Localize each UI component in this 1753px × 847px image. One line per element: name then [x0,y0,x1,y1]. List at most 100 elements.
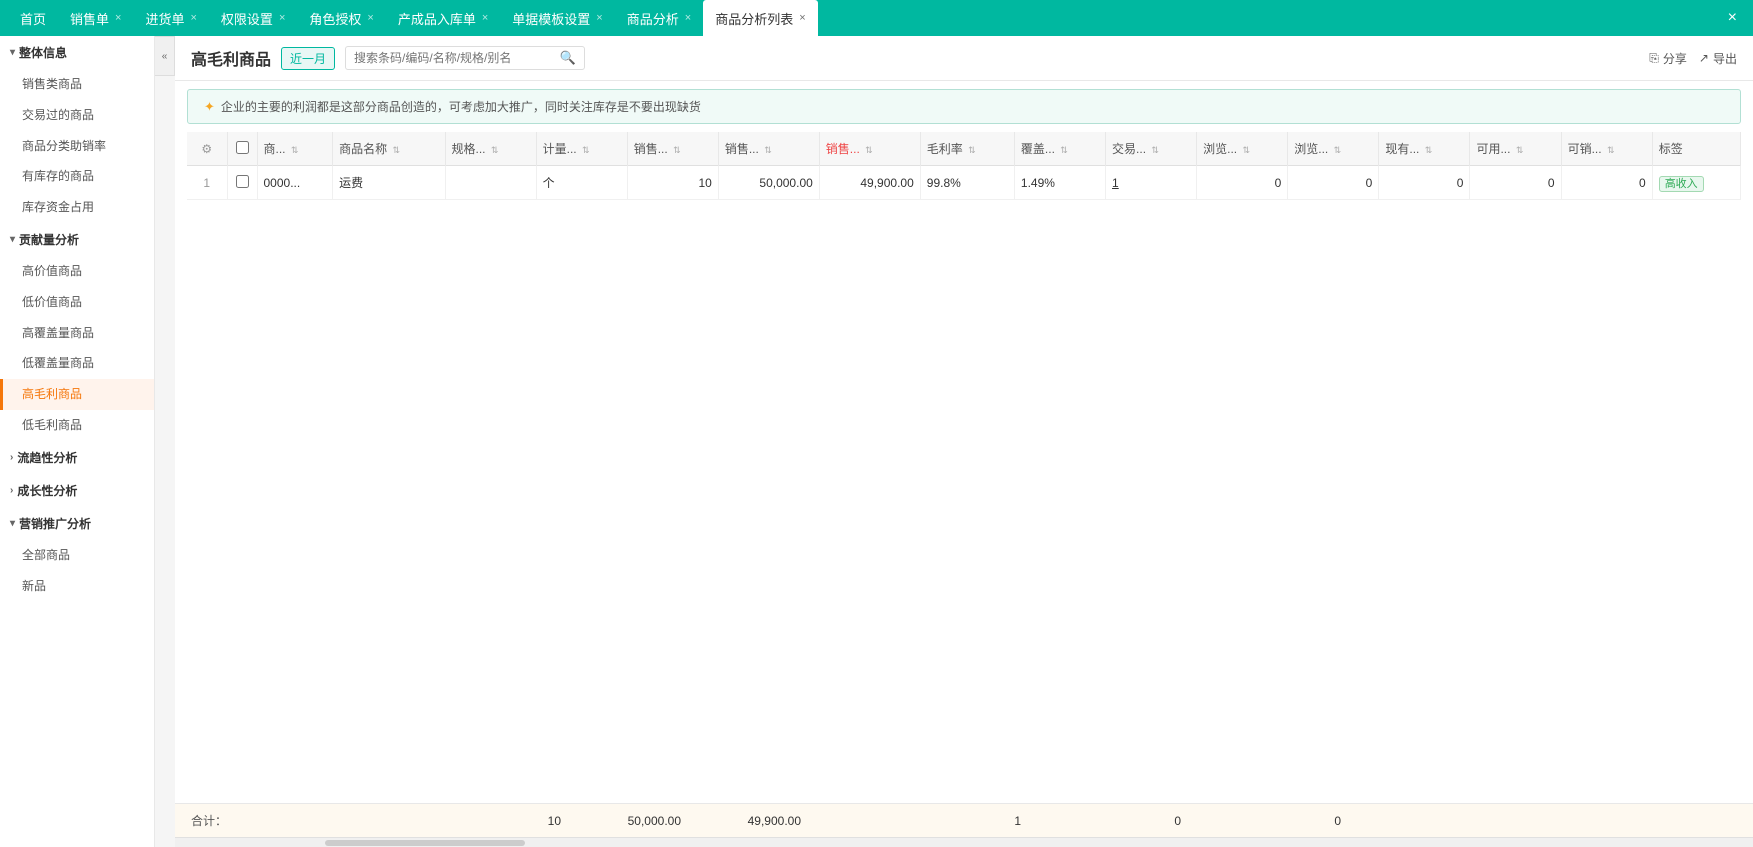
sidebar-item-low-coverage[interactable]: 低覆盖量商品 [0,348,154,379]
sidebar-item-high-coverage[interactable]: 高覆盖量商品 [0,318,154,349]
col-header-gross-rate[interactable]: 毛利率 ⇅ [920,132,1014,166]
footer-stock-saleable: 0 [1261,814,1341,828]
footer-totals: 合计： 10 50,000.00 49,900.00 1 0 0 [175,803,1753,837]
sidebar-item-sales-goods[interactable]: 销售类商品 [0,69,154,100]
export-icon: ↗ [1699,51,1709,65]
sort-sku-icon: ⇅ [291,145,299,155]
close-role-auth[interactable]: × [367,12,373,24]
close-product-analysis-list[interactable]: × [799,12,805,24]
close-product-analysis[interactable]: × [685,12,691,24]
cell-check[interactable] [227,166,257,200]
header-actions: ⎘ 分享 ↗ 导出 [1649,50,1737,67]
col-header-trade-count[interactable]: 交易... ⇅ [1106,132,1197,166]
nav-product-inbound[interactable]: 产成品入库单 × [386,0,500,36]
col-header-unit[interactable]: 计量... ⇅ [536,132,627,166]
arrow-trend: › [10,452,13,463]
nav-role-auth[interactable]: 角色授权 × [297,0,385,36]
row-checkbox[interactable] [236,175,249,188]
table-container: ⚙ 商... ⇅ 商品名称 ⇅ 规格... [175,132,1753,468]
nav-product-analysis-list[interactable]: 商品分析列表 × [703,0,817,36]
nav-product-analysis[interactable]: 商品分析 × [615,0,703,36]
time-filter-button[interactable]: 近一月 [281,47,335,70]
sidebar-item-stocked-goods[interactable]: 有库存的商品 [0,161,154,192]
content-spacer [175,468,1753,804]
table-row: 1 0000... 运费 个 10 50,000.00 49,900.00 99… [187,166,1741,200]
col-header-sales-qty[interactable]: 销售... ⇅ [627,132,718,166]
col-header-spec[interactable]: 规格... ⇅ [445,132,536,166]
col-header-check[interactable] [227,132,257,166]
col-header-sku[interactable]: 商... ⇅ [257,132,333,166]
sidebar-item-traded-goods[interactable]: 交易过的商品 [0,100,154,131]
close-purchase-order[interactable]: × [190,12,196,24]
cell-spec [445,166,536,200]
sidebar-group-overall[interactable]: ▾ 整体信息 [0,36,154,69]
sort-spec-icon: ⇅ [491,145,499,155]
sidebar-item-low-margin[interactable]: 低毛利商品 [0,410,154,441]
cell-tag: 高收入 [1652,166,1740,200]
col-header-view1[interactable]: 浏览... ⇅ [1197,132,1288,166]
arrow-growth: › [10,485,13,496]
share-button[interactable]: ⎘ 分享 [1649,50,1687,67]
export-button[interactable]: ↗ 导出 [1699,50,1737,67]
sidebar-group-contribution[interactable]: ▾ 贡献量分析 [0,223,154,256]
sidebar-item-category-rate[interactable]: 商品分类助销率 [0,131,154,162]
col-header-stock-available[interactable]: 可用... ⇅ [1470,132,1561,166]
col-header-stock-current[interactable]: 现有... ⇅ [1379,132,1470,166]
sort-coverage-icon: ⇅ [1060,145,1068,155]
nav-home[interactable]: 首页 [8,0,58,36]
scrollbar-track[interactable] [325,840,525,846]
cell-sku: 0000... [257,166,333,200]
sidebar-item-high-value[interactable]: 高价值商品 [0,256,154,287]
horizontal-scrollbar[interactable] [175,837,1753,847]
close-template-settings[interactable]: × [596,12,602,24]
col-header-coverage[interactable]: 覆盖... ⇅ [1014,132,1105,166]
col-header-sales-amount[interactable]: 销售... ⇅ [718,132,819,166]
arrow-contribution: ▾ [10,234,15,245]
content-header: 高毛利商品 近一月 🔍 ⎘ 分享 ↗ 导出 [175,36,1753,81]
sidebar-item-low-value[interactable]: 低价值商品 [0,287,154,318]
col-header-name[interactable]: 商品名称 ⇅ [333,132,445,166]
close-sales-order[interactable]: × [115,12,121,24]
sort-stock-saleable-icon: ⇅ [1607,145,1615,155]
col-header-settings[interactable]: ⚙ [187,132,227,166]
cell-gross-rate: 99.8% [920,166,1014,200]
footer-stock-current: 0 [1101,814,1181,828]
search-icon[interactable]: 🔍 [560,50,576,66]
sort-stock-available-icon: ⇅ [1516,145,1524,155]
cell-unit: 个 [536,166,627,200]
sidebar-group-marketing[interactable]: ▾ 营销推广分析 [0,507,154,540]
sidebar-collapse-button[interactable]: « [155,36,175,76]
sort-sales-profit-icon: ⇅ [865,145,873,155]
tag-badge: 高收入 [1659,176,1704,192]
nav-template-settings[interactable]: 单据模板设置 × [500,0,614,36]
sort-unit-icon: ⇅ [582,145,590,155]
sidebar-item-high-margin[interactable]: 高毛利商品 [0,379,154,410]
sidebar-group-growth[interactable]: › 成长性分析 [0,474,154,507]
sidebar-item-all-goods[interactable]: 全部商品 [0,540,154,571]
col-header-sales-profit[interactable]: 销售... ⇅ [819,132,920,166]
footer-sales-amount: 50,000.00 [581,814,681,828]
col-header-view2[interactable]: 浏览... ⇅ [1288,132,1379,166]
notice-bar: ✦ 企业的主要的利润都是这部分商品创造的，可考虑加大推广，同时关注库存是不要出现… [187,89,1741,124]
footer-sales-profit: 49,900.00 [701,814,801,828]
sidebar-group-trend[interactable]: › 流趋性分析 [0,441,154,474]
notice-icon: ✦ [204,99,215,115]
close-permission-settings[interactable]: × [279,12,285,24]
search-input[interactable] [354,51,560,65]
close-all-tabs[interactable]: × [1728,9,1745,27]
cell-sales-amount: 50,000.00 [718,166,819,200]
cell-index: 1 [187,166,227,200]
nav-permission-settings[interactable]: 权限设置 × [209,0,297,36]
trade-count-link[interactable]: 1 [1112,176,1119,190]
sidebar-item-new-goods[interactable]: 新品 [0,571,154,602]
cell-stock-saleable: 0 [1561,166,1652,200]
select-all-checkbox[interactable] [236,141,249,154]
top-nav: 首页 销售单 × 进货单 × 权限设置 × 角色授权 × 产成品入库单 × 单据… [0,0,1753,36]
close-product-inbound[interactable]: × [482,12,488,24]
sidebar-item-stock-capital[interactable]: 库存资金占用 [0,192,154,223]
footer-sales-qty: 10 [481,814,561,828]
nav-sales-order[interactable]: 销售单 × [58,0,133,36]
sort-view1-icon: ⇅ [1243,145,1251,155]
nav-purchase-order[interactable]: 进货单 × [133,0,208,36]
col-header-stock-saleable[interactable]: 可销... ⇅ [1561,132,1652,166]
